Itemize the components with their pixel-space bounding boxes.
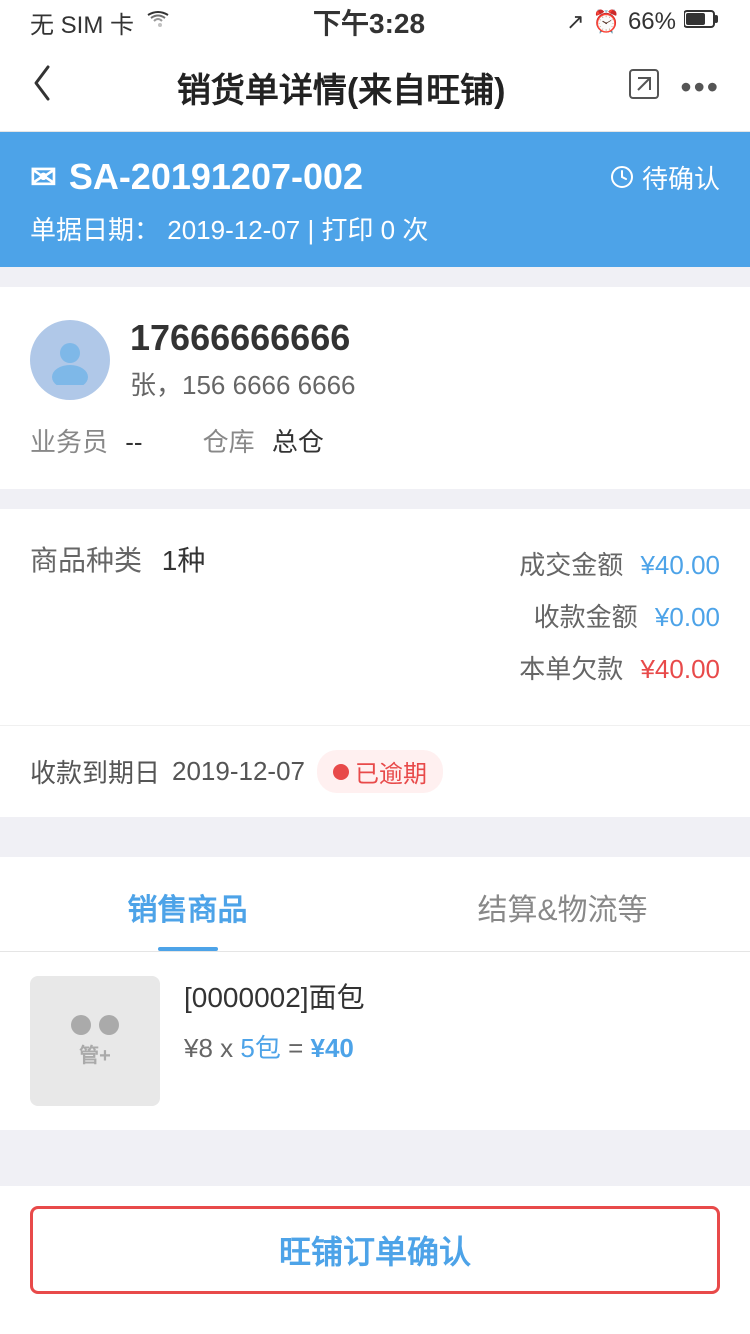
customer-meta: 业务员 -- 仓库 总仓 — [30, 422, 720, 459]
sim-label: 无 SIM 卡 — [30, 5, 134, 40]
tab-settlement[interactable]: 结算&物流等 — [375, 857, 750, 951]
order-status: 待确认 — [610, 159, 720, 196]
nav-bar: 销货单详情(来自旺铺) ••• — [0, 44, 750, 132]
due-date-label: 收款到期日 — [30, 753, 160, 790]
due-date-value: 2019-12-07 — [172, 756, 305, 787]
wifi-icon — [144, 8, 172, 36]
owed-amount: 本单欠款 ¥40.00 — [519, 643, 720, 695]
battery-icon — [684, 8, 720, 36]
owl-brand-text: 管+ — [79, 1039, 111, 1068]
avatar — [30, 320, 110, 400]
list-item: 管+ [0000002]面包 ¥8 x 5包 = ¥40 — [30, 976, 720, 1106]
received-amount: 收款金额 ¥0.00 — [519, 591, 720, 643]
customer-contact: 张，156 6666 6666 — [130, 365, 356, 402]
status-bar: 无 SIM 卡 下午3:28 ↗ ⏰ 66% — [0, 0, 750, 44]
alarm-icon: ⏰ — [593, 9, 620, 35]
product-list: 管+ [0000002]面包 ¥8 x 5包 = ¥40 — [0, 952, 750, 1130]
divider-1 — [0, 489, 750, 509]
status-right: ↗ ⏰ 66% — [566, 8, 720, 36]
confirm-order-button[interactable]: 旺铺订单确认 — [30, 1206, 720, 1294]
customer-name: 17666666666 — [130, 317, 356, 359]
due-date-card: 收款到期日 2019-12-07 已逾期 — [0, 725, 750, 817]
bottom-bar: 旺铺订单确认 — [0, 1186, 750, 1334]
overdue-badge: 已逾期 — [317, 750, 443, 793]
order-id: ✉ SA-20191207-002 — [30, 156, 363, 198]
deal-amount: 成交金额 ¥40.00 — [519, 539, 720, 591]
summary-card: 商品种类 1种 成交金额 ¥40.00 收款金额 ¥0.00 本单欠款 ¥40.… — [0, 509, 750, 725]
product-image: 管+ — [30, 976, 160, 1106]
status-left: 无 SIM 卡 — [30, 5, 172, 40]
order-icon: ✉ — [30, 158, 57, 196]
order-date: 单据日期： 2019-12-07 | 打印 0 次 — [30, 210, 720, 247]
product-info: [0000002]面包 ¥8 x 5包 = ¥40 — [184, 976, 720, 1065]
warehouse: 仓库 总仓 — [203, 422, 324, 459]
battery-percent: 66% — [628, 8, 676, 36]
status-time: 下午3:28 — [313, 2, 425, 42]
back-button[interactable] — [30, 63, 54, 112]
overdue-dot-icon — [333, 764, 349, 780]
page-title: 销货单详情(来自旺铺) — [177, 63, 506, 112]
owl-left-eye — [71, 1015, 91, 1035]
product-name: [0000002]面包 — [184, 976, 720, 1016]
tab-products[interactable]: 销售商品 — [0, 857, 375, 951]
nav-right-actions: ••• — [628, 68, 720, 108]
clock-icon — [610, 165, 634, 189]
export-icon[interactable] — [628, 68, 660, 108]
owl-right-eye — [99, 1015, 119, 1035]
amount-summary: 成交金额 ¥40.00 收款金额 ¥0.00 本单欠款 ¥40.00 — [519, 539, 720, 695]
tabs: 销售商品 结算&物流等 — [0, 857, 750, 952]
more-icon[interactable]: ••• — [680, 69, 720, 106]
product-price-line: ¥8 x 5包 = ¥40 — [184, 1028, 720, 1065]
location-icon: ↗ — [566, 9, 584, 35]
product-type: 商品种类 1种 — [30, 539, 205, 579]
divider-2 — [0, 817, 750, 837]
order-header: ✉ SA-20191207-002 待确认 单据日期： 2019-12-07 |… — [0, 132, 750, 267]
customer-card: 17666666666 张，156 6666 6666 业务员 -- 仓库 总仓 — [0, 287, 750, 489]
sales-rep: 业务员 -- — [30, 422, 143, 459]
